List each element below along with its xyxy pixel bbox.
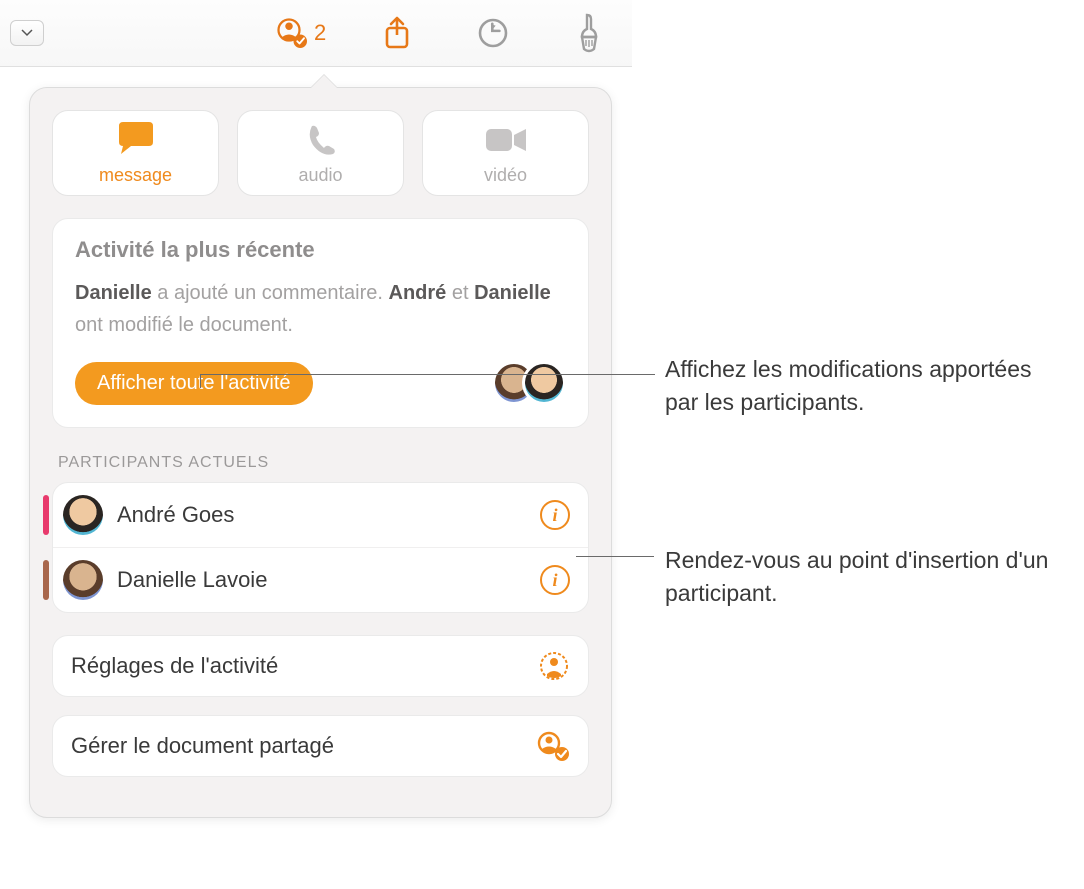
avatar <box>63 495 103 535</box>
view-options-dropdown[interactable] <box>10 20 44 46</box>
participants-list: André Goes i Danielle Lavoie i <box>52 482 589 613</box>
activity-fragment: a ajouté un commentaire. <box>152 282 389 304</box>
toolbar: 2 <box>0 0 632 67</box>
callout-activity: Affichez les modifications apportées par… <box>665 353 1065 420</box>
manage-share-icon <box>536 730 570 762</box>
share-button[interactable] <box>372 7 422 59</box>
participant-row[interactable]: Danielle Lavoie i <box>53 548 588 612</box>
manage-shared-button[interactable]: Gérer le document partagé <box>52 715 589 777</box>
contact-actions: message audio vidéo <box>52 110 589 196</box>
activity-fragment: ont modifié le document. <box>75 314 293 336</box>
participant-name: Danielle Lavoie <box>117 567 526 593</box>
activity-fragment: et <box>446 282 474 304</box>
activity-title: Activité la plus récente <box>75 237 566 263</box>
activity-user: Danielle <box>474 282 551 304</box>
activity-settings-button[interactable]: Réglages de l'activité <box>52 635 589 697</box>
message-button[interactable]: message <box>52 110 219 196</box>
collaboration-button[interactable]: 2 <box>274 15 326 51</box>
video-label: vidéo <box>484 165 527 186</box>
video-icon <box>484 125 528 155</box>
cursor-color-indicator <box>43 495 49 535</box>
share-icon <box>382 15 412 51</box>
callout-participant: Rendez-vous au point d'insertion d'un pa… <box>665 544 1065 611</box>
phone-icon <box>304 123 338 157</box>
info-icon[interactable]: i <box>540 500 570 530</box>
brush-icon <box>574 13 604 53</box>
activity-text: Danielle a ajouté un commentaire. André … <box>75 277 566 341</box>
avatar <box>522 361 566 405</box>
audio-label: audio <box>298 165 342 186</box>
gear-person-icon <box>538 650 570 682</box>
activity-user: Danielle <box>75 282 152 304</box>
collaboration-icon <box>274 15 310 51</box>
message-label: message <box>99 165 172 186</box>
manage-shared-label: Gérer le document partagé <box>71 733 334 759</box>
undo-button[interactable] <box>468 7 518 59</box>
activity-user: André <box>389 282 447 304</box>
leader-line <box>200 374 201 388</box>
info-icon[interactable]: i <box>540 565 570 595</box>
collaboration-count: 2 <box>314 20 326 46</box>
format-brush-button[interactable] <box>564 7 614 59</box>
participants-header: PARTICIPANTS ACTUELS <box>58 454 589 472</box>
audio-button[interactable]: audio <box>237 110 404 196</box>
undo-icon <box>476 16 510 50</box>
show-all-activity-button[interactable]: Afficher toute l'activité <box>75 362 313 405</box>
collaboration-popover: message audio vidéo Activité la plus réc… <box>29 87 612 818</box>
leader-line <box>200 374 655 375</box>
participant-name: André Goes <box>117 502 526 528</box>
activity-card: Activité la plus récente Danielle a ajou… <box>52 218 589 428</box>
video-button[interactable]: vidéo <box>422 110 589 196</box>
avatar <box>63 560 103 600</box>
cursor-color-indicator <box>43 560 49 600</box>
message-icon <box>115 122 157 158</box>
activity-settings-label: Réglages de l'activité <box>71 653 278 679</box>
activity-avatars <box>492 361 566 405</box>
leader-line <box>576 556 654 557</box>
participant-row[interactable]: André Goes i <box>53 483 588 548</box>
